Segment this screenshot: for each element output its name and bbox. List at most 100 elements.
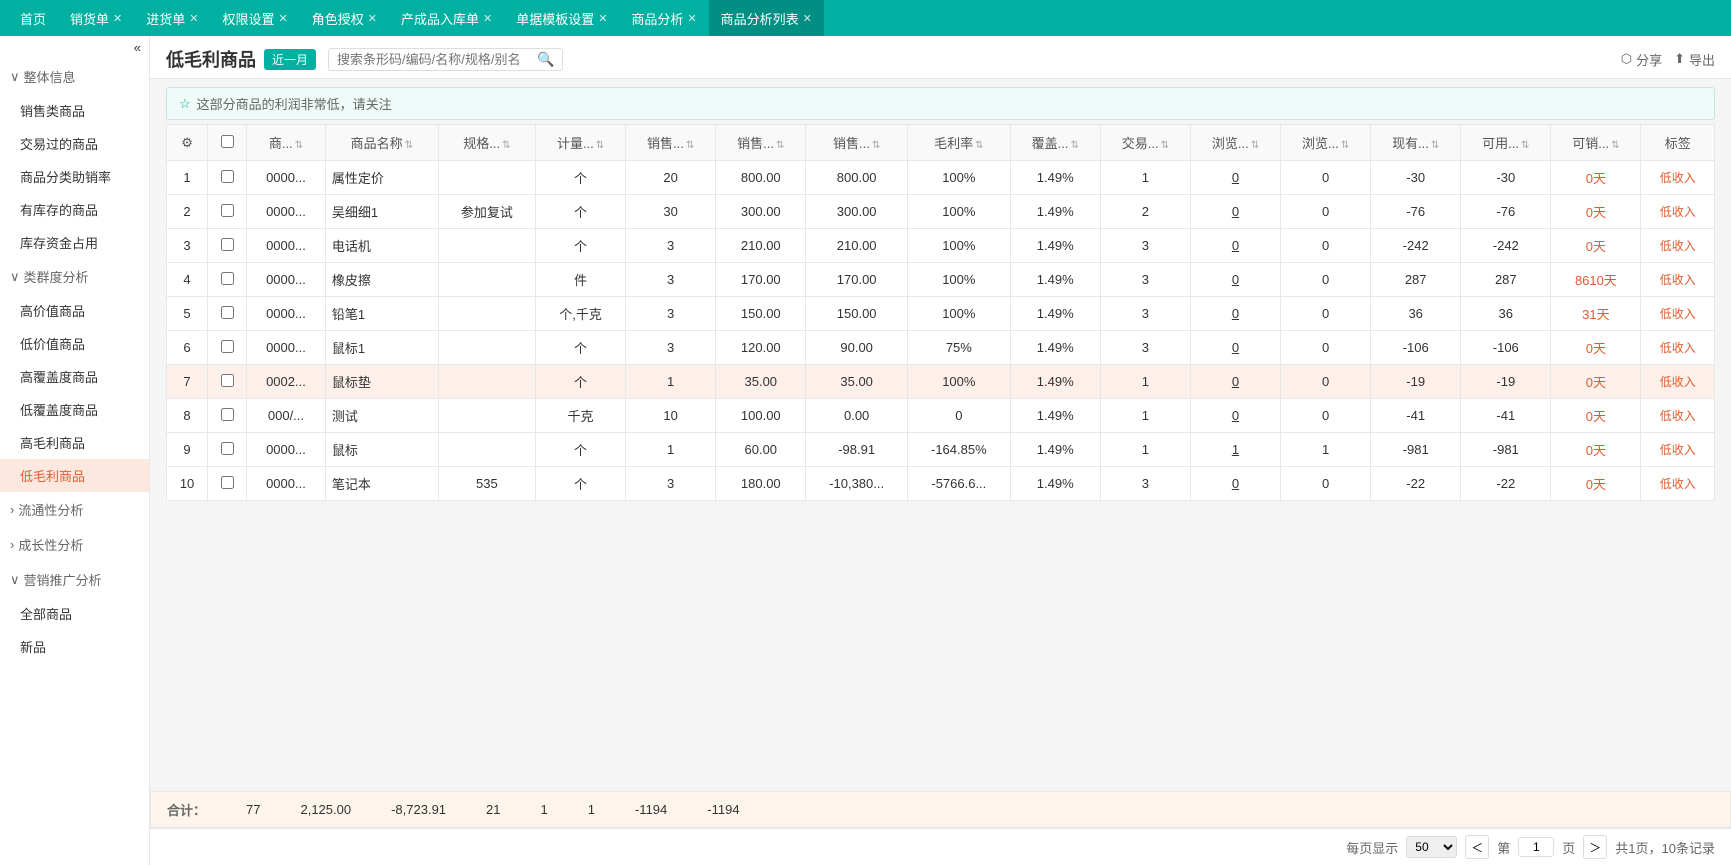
row-browse1-5[interactable]: 0 xyxy=(1190,331,1280,365)
nav-purchase[interactable]: 进货单 ✕ xyxy=(134,0,210,36)
col-current-stock[interactable]: 现有...⇅ xyxy=(1371,125,1461,161)
row-browse1-1[interactable]: 0 xyxy=(1190,195,1280,229)
col-saleable[interactable]: 可销...⇅ xyxy=(1551,125,1641,161)
sidebar-item-stock-funds[interactable]: 库存资金占用 xyxy=(0,226,149,259)
col-browse1[interactable]: 浏览...⇅ xyxy=(1190,125,1280,161)
next-page-button[interactable]: ＞ xyxy=(1583,835,1607,859)
col-browse2[interactable]: 浏览...⇅ xyxy=(1281,125,1371,161)
col-spec[interactable]: 规格...⇅ xyxy=(438,125,535,161)
row-browse1-8[interactable]: 1 xyxy=(1190,433,1280,467)
row-saleable-2: 0天 xyxy=(1551,229,1641,263)
arrow-liquidity-icon: › xyxy=(10,502,14,517)
nav-roles[interactable]: 角色授权 ✕ xyxy=(300,0,389,36)
row-no-1: 2 xyxy=(167,195,208,229)
sidebar-item-category-rate[interactable]: 商品分类助销率 xyxy=(0,160,149,193)
col-sale-qty[interactable]: 销售...⇅ xyxy=(626,125,716,161)
select-all-checkbox[interactable] xyxy=(221,135,234,148)
row-checkbox-7[interactable] xyxy=(208,399,247,433)
sidebar-item-low-coverage[interactable]: 低覆盖度商品 xyxy=(0,393,149,426)
row-code-9: 0000... xyxy=(246,467,325,501)
sidebar-item-high-coverage[interactable]: 高覆盖度商品 xyxy=(0,360,149,393)
row-checkbox-1[interactable] xyxy=(208,195,247,229)
row-gross-rate-8: -164.85% xyxy=(907,433,1010,467)
nav-permissions[interactable]: 权限设置 ✕ xyxy=(210,0,299,36)
close-goods-analysis-icon[interactable]: ✕ xyxy=(687,12,696,25)
export-button[interactable]: ⬆ 导出 xyxy=(1674,50,1715,69)
sidebar-item-high-margin[interactable]: 高毛利商品 xyxy=(0,426,149,459)
share-button[interactable]: ⬡ 分享 xyxy=(1621,50,1662,69)
col-code[interactable]: 商...⇅ xyxy=(246,125,325,161)
row-tag-4: 低收入 xyxy=(1641,297,1715,331)
sidebar-item-sales-goods[interactable]: 销售类商品 xyxy=(0,94,149,127)
sidebar-item-in-stock[interactable]: 有库存的商品 xyxy=(0,193,149,226)
col-unit[interactable]: 计量...⇅ xyxy=(536,125,626,161)
col-sale-amt[interactable]: 销售...⇅ xyxy=(716,125,806,161)
row-checkbox-4[interactable] xyxy=(208,297,247,331)
sidebar-item-new-goods[interactable]: 新品 xyxy=(0,630,149,663)
row-checkbox-0[interactable] xyxy=(208,161,247,195)
col-cover-rate[interactable]: 覆盖...⇅ xyxy=(1010,125,1100,161)
row-name-4: 铅笔1 xyxy=(325,297,438,331)
close-roles-icon[interactable]: ✕ xyxy=(368,12,377,25)
sidebar-section-cluster[interactable]: ∨ 类群度分析 xyxy=(0,259,149,294)
col-sale-profit[interactable]: 销售...⇅ xyxy=(806,125,908,161)
row-checkbox-3[interactable] xyxy=(208,263,247,297)
row-browse2-0: 0 xyxy=(1281,161,1371,195)
col-trade-count[interactable]: 交易...⇅ xyxy=(1100,125,1190,161)
settings-icon[interactable]: ⚙ xyxy=(181,135,193,150)
sidebar-item-low-value[interactable]: 低价值商品 xyxy=(0,327,149,360)
row-saleable-6: 0天 xyxy=(1551,365,1641,399)
close-goods-list-icon[interactable]: ✕ xyxy=(803,12,812,25)
sidebar-item-low-margin[interactable]: 低毛利商品 xyxy=(0,459,149,492)
row-browse1-4[interactable]: 0 xyxy=(1190,297,1280,331)
page-input[interactable] xyxy=(1518,837,1554,857)
row-sale-profit-8: -98.91 xyxy=(806,433,908,467)
row-browse1-0[interactable]: 0 xyxy=(1190,161,1280,195)
prev-page-button[interactable]: ＜ xyxy=(1465,835,1489,859)
nav-products[interactable]: 产成品入库单 ✕ xyxy=(389,0,504,36)
sidebar-item-traded-goods[interactable]: 交易过的商品 xyxy=(0,127,149,160)
row-checkbox-9[interactable] xyxy=(208,467,247,501)
row-browse1-9[interactable]: 0 xyxy=(1190,467,1280,501)
search-input[interactable] xyxy=(337,52,537,67)
close-purchase-icon[interactable]: ✕ xyxy=(189,12,198,25)
close-permissions-icon[interactable]: ✕ xyxy=(279,12,288,25)
row-browse1-6[interactable]: 0 xyxy=(1190,365,1280,399)
row-browse1-2[interactable]: 0 xyxy=(1190,229,1280,263)
sidebar-item-high-value[interactable]: 高价值商品 xyxy=(0,294,149,327)
col-checkbox[interactable] xyxy=(208,125,247,161)
col-name[interactable]: 商品名称⇅ xyxy=(325,125,438,161)
sidebar-section-growth[interactable]: › 成长性分析 xyxy=(0,527,149,562)
nav-home[interactable]: 首页 xyxy=(8,0,58,36)
row-checkbox-2[interactable] xyxy=(208,229,247,263)
close-sales-icon[interactable]: ✕ xyxy=(113,12,122,25)
nav-goods-analysis[interactable]: 商品分析 ✕ xyxy=(619,0,708,36)
close-products-icon[interactable]: ✕ xyxy=(483,12,492,25)
nav-sales[interactable]: 销货单 ✕ xyxy=(58,0,134,36)
search-icon[interactable]: 🔍 xyxy=(537,51,554,68)
row-checkbox-6[interactable] xyxy=(208,365,247,399)
row-checkbox-8[interactable] xyxy=(208,433,247,467)
col-available[interactable]: 可用...⇅ xyxy=(1461,125,1551,161)
close-templates-icon[interactable]: ✕ xyxy=(598,12,607,25)
col-settings[interactable]: ⚙ xyxy=(167,125,208,161)
row-browse1-3[interactable]: 0 xyxy=(1190,263,1280,297)
sidebar-section-liquidity[interactable]: › 流通性分析 xyxy=(0,492,149,527)
sidebar-section-marketing[interactable]: ∨ 营销推广分析 xyxy=(0,562,149,597)
row-checkbox-5[interactable] xyxy=(208,331,247,365)
row-browse1-7[interactable]: 0 xyxy=(1190,399,1280,433)
footer-sale-amt: 2,125.00 xyxy=(300,802,351,817)
filter-tag[interactable]: 近一月 xyxy=(264,49,316,70)
row-current-stock-3: 287 xyxy=(1371,263,1461,297)
nav-templates[interactable]: 单据模板设置 ✕ xyxy=(504,0,619,36)
collapse-button[interactable]: « xyxy=(0,36,149,59)
table-row: 1 0000... 属性定价 个 20 800.00 800.00 100% 1… xyxy=(167,161,1715,195)
nav-goods-analysis-list[interactable]: 商品分析列表 ✕ xyxy=(709,0,824,36)
sidebar-section-overall[interactable]: ∨ 整体信息 xyxy=(0,59,149,94)
col-gross-rate[interactable]: 毛利率⇅ xyxy=(907,125,1010,161)
sidebar-item-all-goods[interactable]: 全部商品 xyxy=(0,597,149,630)
page-size-select[interactable]: 50 100 200 xyxy=(1406,836,1457,858)
row-sale-qty-2: 3 xyxy=(626,229,716,263)
row-cover-rate-7: 1.49% xyxy=(1010,399,1100,433)
col-tag[interactable]: 标签 xyxy=(1641,125,1715,161)
